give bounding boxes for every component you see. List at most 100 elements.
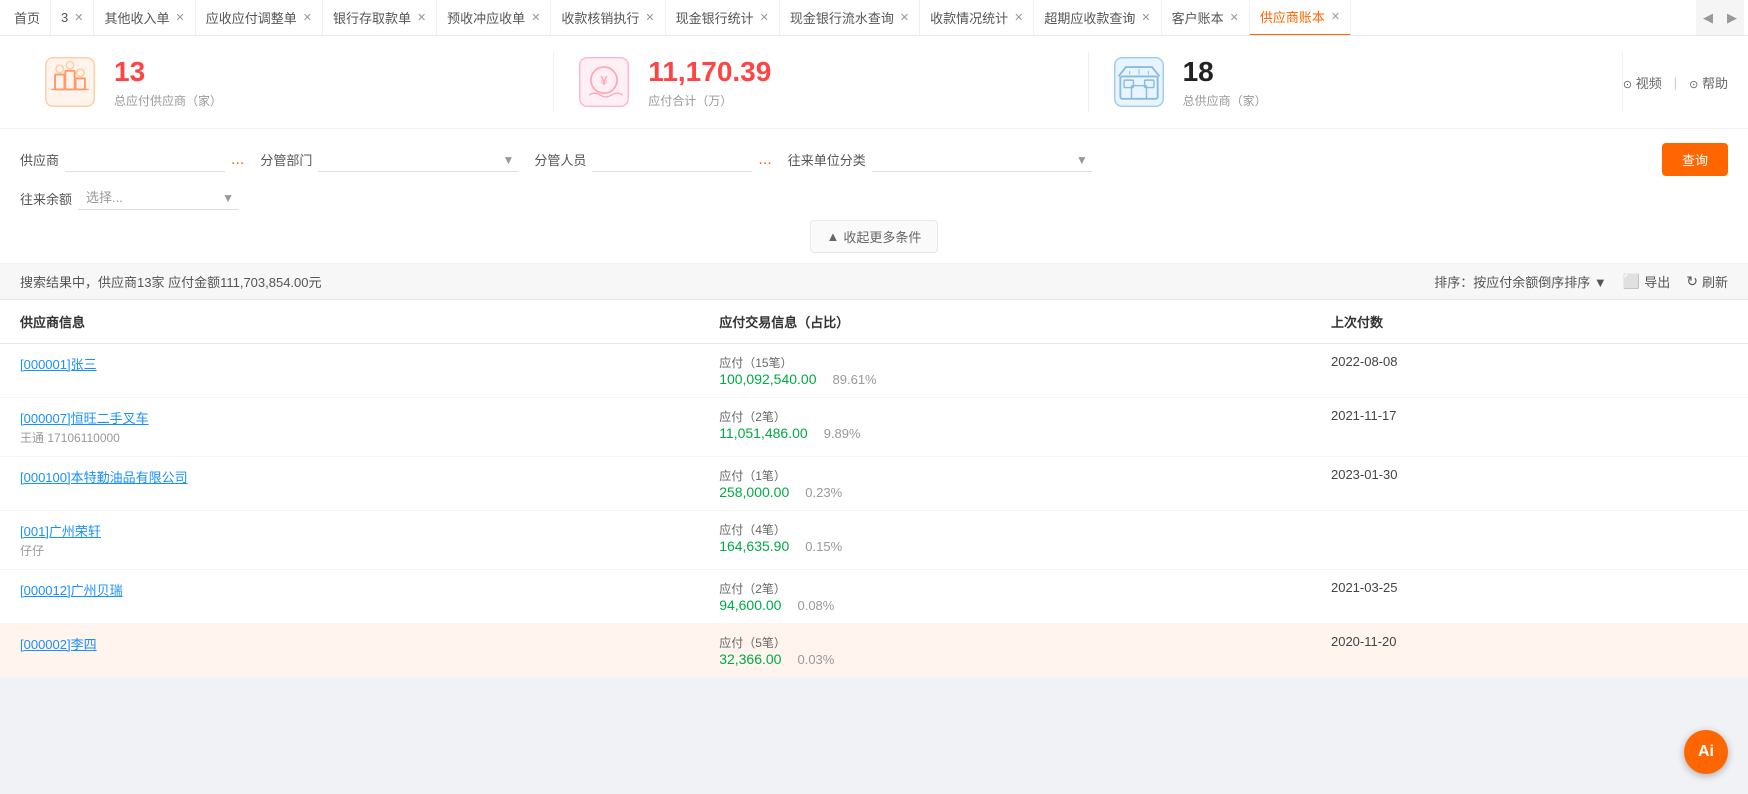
- balance-select-wrapper: 选择... ▼: [78, 186, 238, 210]
- nav-tab-close-cash-bank-flow[interactable]: ✕: [900, 11, 909, 24]
- stat-ap-amount-info: 11,170.39 应付合计（万）: [648, 55, 771, 110]
- supplier-link-3[interactable]: [001]广州荣轩: [20, 524, 101, 539]
- payment-cell-4: 2021-03-25: [1311, 570, 1748, 624]
- export-button[interactable]: ⬜ 导出: [1623, 272, 1670, 291]
- tx-label-4: 应付: [719, 582, 743, 596]
- category-label: 往来单位分类: [788, 150, 866, 169]
- tx-percent-3: 0.15%: [805, 539, 842, 554]
- nav-tab-close-advance-offset[interactable]: ✕: [531, 11, 540, 24]
- nav-tab-close-ap-adjust[interactable]: ✕: [303, 11, 312, 24]
- supplier-link-5[interactable]: [000002]李四: [20, 637, 97, 652]
- ap-supplier-count: 13: [114, 55, 222, 89]
- nav-tab-ap-adjust[interactable]: 应收应付调整单✕: [196, 0, 323, 36]
- tx-percent-2: 0.23%: [805, 485, 842, 500]
- nav-left-arrow[interactable]: ◀: [1696, 0, 1720, 36]
- tx-count-0: （15笔）: [743, 356, 792, 370]
- filter-area: 供应商 ... 分管部门 ▼ 分管人员 ...: [0, 129, 1748, 264]
- category-select[interactable]: [872, 148, 1092, 172]
- refresh-button[interactable]: ↻ 刷新: [1686, 272, 1728, 291]
- filter-balance: 往来余额 选择... ▼: [20, 186, 238, 210]
- collapse-button[interactable]: ▲ 收起更多条件: [810, 220, 939, 253]
- result-actions: 排序：按应付余额倒序排序 ▼ ⬜ 导出 ↻ 刷新: [1434, 272, 1728, 291]
- tx-cell-3: 应付（4笔）164,635.90 0.15%: [699, 511, 1311, 570]
- search-button[interactable]: 查询: [1662, 143, 1728, 176]
- ai-button[interactable]: Ai: [1684, 730, 1728, 774]
- dept-select[interactable]: [318, 148, 518, 172]
- nav-tab-supplier-account[interactable]: 供应商账本✕: [1250, 0, 1351, 36]
- nav-tab-receipt-verify[interactable]: 收款核销执行✕: [551, 0, 665, 36]
- supplier-sub-1: 王通 17106110000: [20, 429, 679, 446]
- top-right-links: ⊙ 视频 | ⊙ 帮助: [1623, 52, 1728, 112]
- nav-tab-close-collection-stats[interactable]: ✕: [1014, 11, 1023, 24]
- table-header-row: 供应商信息 应付交易信息（占比） 上次付数: [0, 300, 1748, 344]
- payment-cell-2: 2023-01-30: [1311, 457, 1748, 511]
- balance-select[interactable]: 选择...: [78, 186, 238, 210]
- total-supplier-label: 总供应商（家）: [1183, 92, 1267, 109]
- export-icon: ⬜: [1623, 273, 1640, 290]
- person-dots[interactable]: ...: [758, 151, 771, 169]
- tx-label-0: 应付: [719, 356, 743, 370]
- video-link[interactable]: ⊙ 视频: [1623, 73, 1662, 92]
- nav-tab-close-receipt-verify[interactable]: ✕: [645, 11, 654, 24]
- nav-tab-close-other-income[interactable]: ✕: [175, 11, 184, 24]
- nav-tab-overdue-query[interactable]: 超期应收款查询✕: [1034, 0, 1161, 36]
- nav-tab-cash-bank-flow[interactable]: 现金银行流水查询✕: [780, 0, 920, 36]
- supplier-link-0[interactable]: [000001]张三: [20, 357, 97, 372]
- col-tx-info: 应付交易信息（占比）: [699, 300, 1311, 344]
- balance-label: 往来余额: [20, 189, 72, 208]
- supplier-input[interactable]: [65, 148, 225, 172]
- nav-tab-close-bank-deposit[interactable]: ✕: [417, 11, 426, 24]
- supplier-cell-2: [000100]本特勤油品有限公司: [0, 457, 699, 511]
- tx-percent-1: 9.89%: [824, 426, 861, 441]
- nav-tab-close-overdue-query[interactable]: ✕: [1141, 11, 1150, 24]
- tx-label-1: 应付: [719, 410, 743, 424]
- filter-category: 往来单位分类 ▼: [788, 148, 1092, 172]
- filter-person: 分管人员 ...: [534, 148, 771, 172]
- tx-cell-0: 应付（15笔）100,092,540.0089.61%: [699, 344, 1311, 398]
- tx-amount-1: 11,051,486.00: [719, 425, 808, 441]
- dept-label: 分管部门: [260, 150, 312, 169]
- stat-ap-amount: ¥ 11,170.39 应付合计（万）: [554, 52, 1088, 112]
- nav-tab-home[interactable]: 首页: [4, 0, 51, 36]
- person-input[interactable]: [592, 148, 752, 172]
- supplier-dots[interactable]: ...: [231, 151, 244, 169]
- table-row: [000001]张三 应付（15笔）100,092,540.0089.61%202…: [0, 344, 1748, 398]
- filter-supplier: 供应商 ...: [20, 148, 244, 172]
- table-row: [001]广州荣轩仔仔 应付（4笔）164,635.90 0.15%: [0, 511, 1748, 570]
- nav-tab-cash-bank-stats[interactable]: 现金银行统计✕: [666, 0, 780, 36]
- ap-supplier-icon: [40, 52, 100, 112]
- supplier-link-2[interactable]: [000100]本特勤油品有限公司: [20, 470, 188, 485]
- nav-tab-close-customer-account[interactable]: ✕: [1230, 11, 1239, 24]
- total-supplier-count: 18: [1183, 55, 1267, 89]
- payment-cell-1: 2021-11-17: [1311, 398, 1748, 457]
- tx-amount-5: 32,366.00: [719, 651, 781, 667]
- tx-amount-row-5: 32,366.000.03%: [719, 651, 1291, 667]
- tx-count-5: （5笔）: [743, 636, 786, 650]
- nav-tab-close-supplier-account[interactable]: ✕: [1331, 10, 1340, 23]
- supplier-sub-3: 仔仔: [20, 542, 679, 559]
- tx-count-3: （4笔）: [743, 523, 786, 537]
- tx-amount-3: 164,635.90: [719, 538, 789, 554]
- supplier-cell-4: [000012]广州贝瑞: [0, 570, 699, 624]
- nav-tab-tab3[interactable]: 3✕: [51, 0, 94, 36]
- supplier-link-1[interactable]: [000007]恒旺二手叉车: [20, 411, 149, 426]
- sort-selector[interactable]: 排序：按应付余额倒序排序 ▼: [1434, 272, 1607, 291]
- nav-tab-advance-offset[interactable]: 预收冲应收单✕: [437, 0, 551, 36]
- supplier-cell-5: [000002]李四: [0, 624, 699, 678]
- stats-row: 13 总应付供应商（家） ¥ 11,170.39 应付合计（万）: [0, 36, 1748, 129]
- nav-tab-collection-stats[interactable]: 收款情况统计✕: [920, 0, 1034, 36]
- nav-right-arrow[interactable]: ▶: [1720, 0, 1744, 36]
- svg-text:¥: ¥: [601, 73, 609, 88]
- payment-cell-0: 2022-08-08: [1311, 344, 1748, 398]
- nav-tab-other-income[interactable]: 其他收入单✕: [94, 0, 195, 36]
- nav-tab-customer-account[interactable]: 客户账本✕: [1162, 0, 1250, 36]
- tx-percent-0: 89.61%: [833, 372, 877, 387]
- stat-total-supplier: 18 总供应商（家）: [1089, 52, 1623, 112]
- tx-count-1: （2笔）: [743, 410, 786, 424]
- tx-label-3: 应付: [719, 523, 743, 537]
- help-link[interactable]: ⊙ 帮助: [1689, 73, 1728, 92]
- nav-tab-close-cash-bank-stats[interactable]: ✕: [760, 11, 769, 24]
- nav-tab-close-tab3[interactable]: ✕: [74, 11, 83, 24]
- nav-tab-bank-deposit[interactable]: 银行存取款单✕: [323, 0, 437, 36]
- supplier-link-4[interactable]: [000012]广州贝瑞: [20, 583, 123, 598]
